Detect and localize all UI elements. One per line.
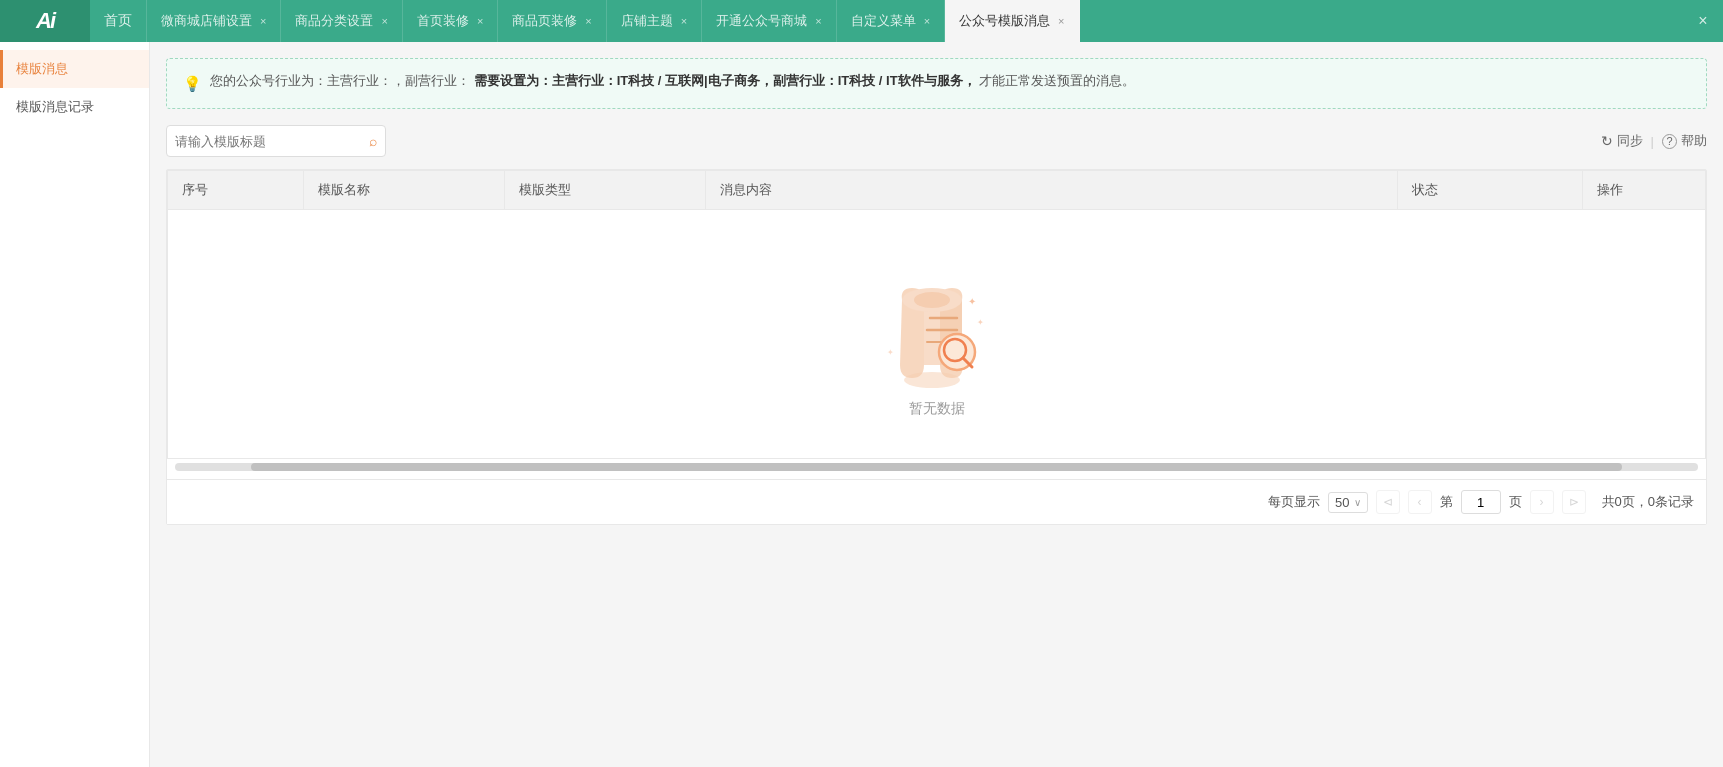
notice-text: 您的公众号行业为：主营行业：，副营行业： 需要设置为：主营行业：IT科技 / 互… — [210, 71, 1135, 92]
col-content: 消息内容 — [706, 171, 1398, 210]
tab-label: 开通公众号商城 — [716, 12, 807, 30]
tab-label: 公众号模版消息 — [959, 12, 1050, 30]
search-input[interactable] — [175, 134, 369, 149]
scrollbar-thumb[interactable] — [251, 463, 1622, 471]
notice-box: 💡 您的公众号行业为：主营行业：，副营行业： 需要设置为：主营行业：IT科技 /… — [166, 58, 1707, 109]
total-label: 共0页，0条记录 — [1602, 493, 1694, 511]
sidebar: 模版消息模版消息记录 — [0, 42, 150, 767]
sidebar-item-template-msg[interactable]: 模版消息 — [0, 50, 149, 88]
empty-illustration: ✦ ✦ ✦ — [872, 270, 1002, 400]
sidebar-item-template-msg-record[interactable]: 模版消息记录 — [0, 88, 149, 126]
svg-text:✦: ✦ — [968, 296, 976, 307]
tab-category[interactable]: 商品分类设置 × — [281, 0, 402, 42]
page-size-select[interactable]: 50 ∨ — [1328, 492, 1367, 513]
scrollbar-area — [167, 463, 1706, 471]
notice-text-highlight: 需要设置为：主营行业：IT科技 / 互联网|电子商务，副营行业：IT科技 / I… — [474, 73, 976, 88]
divider: | — [1651, 134, 1654, 149]
main-layout: 模版消息模版消息记录 💡 您的公众号行业为：主营行业：，副营行业： 需要设置为：… — [0, 42, 1723, 767]
tab-weshop[interactable]: 微商城店铺设置 × — [147, 0, 281, 42]
toolbar-right: ↻ 同步 | ? 帮助 — [1601, 132, 1707, 150]
svg-text:✦: ✦ — [977, 318, 984, 327]
col-actions: 操作 — [1582, 171, 1705, 210]
top-nav: Ai 首页微商城店铺设置×商品分类设置×首页装修×商品页装修×店铺主题×开通公众… — [0, 0, 1723, 42]
tab-close-button[interactable]: × — [815, 15, 821, 27]
tab-label: 首页装修 — [417, 12, 469, 30]
empty-state: ✦ ✦ ✦ 暂无数据 — [168, 210, 1705, 458]
table-body: ✦ ✦ ✦ 暂无数据 — [168, 210, 1706, 459]
help-label: 帮助 — [1681, 132, 1707, 150]
notice-text-after: 才能正常发送预置的消息。 — [979, 73, 1135, 88]
nav-close-button[interactable]: × — [1683, 0, 1723, 42]
table-header: 序号模版名称模版类型消息内容状态操作 — [168, 171, 1706, 210]
tab-close-button[interactable]: × — [681, 15, 687, 27]
search-icon[interactable]: ⌕ — [369, 133, 377, 149]
logo-text: Ai — [36, 8, 54, 34]
tab-home[interactable]: 首页 — [90, 0, 147, 42]
tab-close-button[interactable]: × — [260, 15, 266, 27]
table-header-row: 序号模版名称模版类型消息内容状态操作 — [168, 171, 1706, 210]
search-bar: ⌕ ↻ 同步 | ? 帮助 — [166, 125, 1707, 157]
empty-state-row: ✦ ✦ ✦ 暂无数据 — [168, 210, 1706, 459]
sync-label: 同步 — [1617, 132, 1643, 150]
col-name: 模版名称 — [304, 171, 505, 210]
tab-label: 商品页装修 — [512, 12, 577, 30]
col-status: 状态 — [1398, 171, 1583, 210]
chevron-down-icon: ∨ — [1354, 497, 1361, 508]
tab-templatemsg[interactable]: 公众号模版消息 × — [945, 0, 1079, 42]
next-page-button[interactable]: › — [1530, 490, 1554, 514]
tab-close-button[interactable]: × — [477, 15, 483, 27]
tab-label: 微商城店铺设置 — [161, 12, 252, 30]
page-di-label: 第 — [1440, 493, 1453, 511]
empty-state-cell: ✦ ✦ ✦ 暂无数据 — [168, 210, 1706, 459]
search-input-wrap[interactable]: ⌕ — [166, 125, 386, 157]
tab-close-button[interactable]: × — [924, 15, 930, 27]
page-label: 页 — [1509, 493, 1522, 511]
tab-close-button[interactable]: × — [585, 15, 591, 27]
tab-shoptheme[interactable]: 店铺主题 × — [607, 0, 702, 42]
tab-label: 店铺主题 — [621, 12, 673, 30]
tab-homepage[interactable]: 首页装修 × — [403, 0, 498, 42]
pagination-bar: 每页显示 50 ∨ ⊲ ‹ 第 页 › ⊳ 共0页，0条记录 — [167, 479, 1706, 524]
sync-icon: ↻ — [1601, 133, 1613, 149]
tab-label: 商品分类设置 — [295, 12, 373, 30]
first-page-button[interactable]: ⊲ — [1376, 490, 1400, 514]
tab-close-button[interactable]: × — [1058, 15, 1064, 27]
tab-list: 首页微商城店铺设置×商品分类设置×首页装修×商品页装修×店铺主题×开通公众号商城… — [90, 0, 1683, 42]
page-size-value: 50 — [1335, 495, 1349, 510]
col-index: 序号 — [168, 171, 304, 210]
prev-page-button[interactable]: ‹ — [1408, 490, 1432, 514]
scrollbar-track[interactable] — [175, 463, 1698, 471]
tab-close-button[interactable]: × — [381, 15, 387, 27]
tab-label: 自定义菜单 — [851, 12, 916, 30]
data-table: 序号模版名称模版类型消息内容状态操作 — [167, 170, 1706, 459]
table-wrapper: 序号模版名称模版类型消息内容状态操作 — [166, 169, 1707, 525]
tab-openstore[interactable]: 开通公众号商城 × — [702, 0, 836, 42]
tab-productpage[interactable]: 商品页装修 × — [498, 0, 606, 42]
help-icon: ? — [1662, 134, 1677, 149]
notice-text-before: 您的公众号行业为：主营行业：，副营行业： — [210, 73, 470, 88]
sync-button[interactable]: ↻ 同步 — [1601, 132, 1643, 150]
app-logo: Ai — [0, 0, 90, 42]
last-page-button[interactable]: ⊳ — [1562, 490, 1586, 514]
svg-point-2 — [914, 292, 950, 308]
page-number-input[interactable] — [1461, 490, 1501, 514]
page-size-label: 每页显示 — [1268, 493, 1320, 511]
help-button[interactable]: ? 帮助 — [1662, 132, 1707, 150]
col-type: 模版类型 — [505, 171, 706, 210]
notice-icon: 💡 — [183, 72, 202, 96]
tab-custommenu[interactable]: 自定义菜单 × — [837, 0, 945, 42]
empty-text: 暂无数据 — [909, 400, 965, 418]
svg-text:✦: ✦ — [887, 348, 894, 357]
tab-label: 首页 — [104, 12, 132, 30]
content-area: 💡 您的公众号行业为：主营行业：，副营行业： 需要设置为：主营行业：IT科技 /… — [150, 42, 1723, 767]
